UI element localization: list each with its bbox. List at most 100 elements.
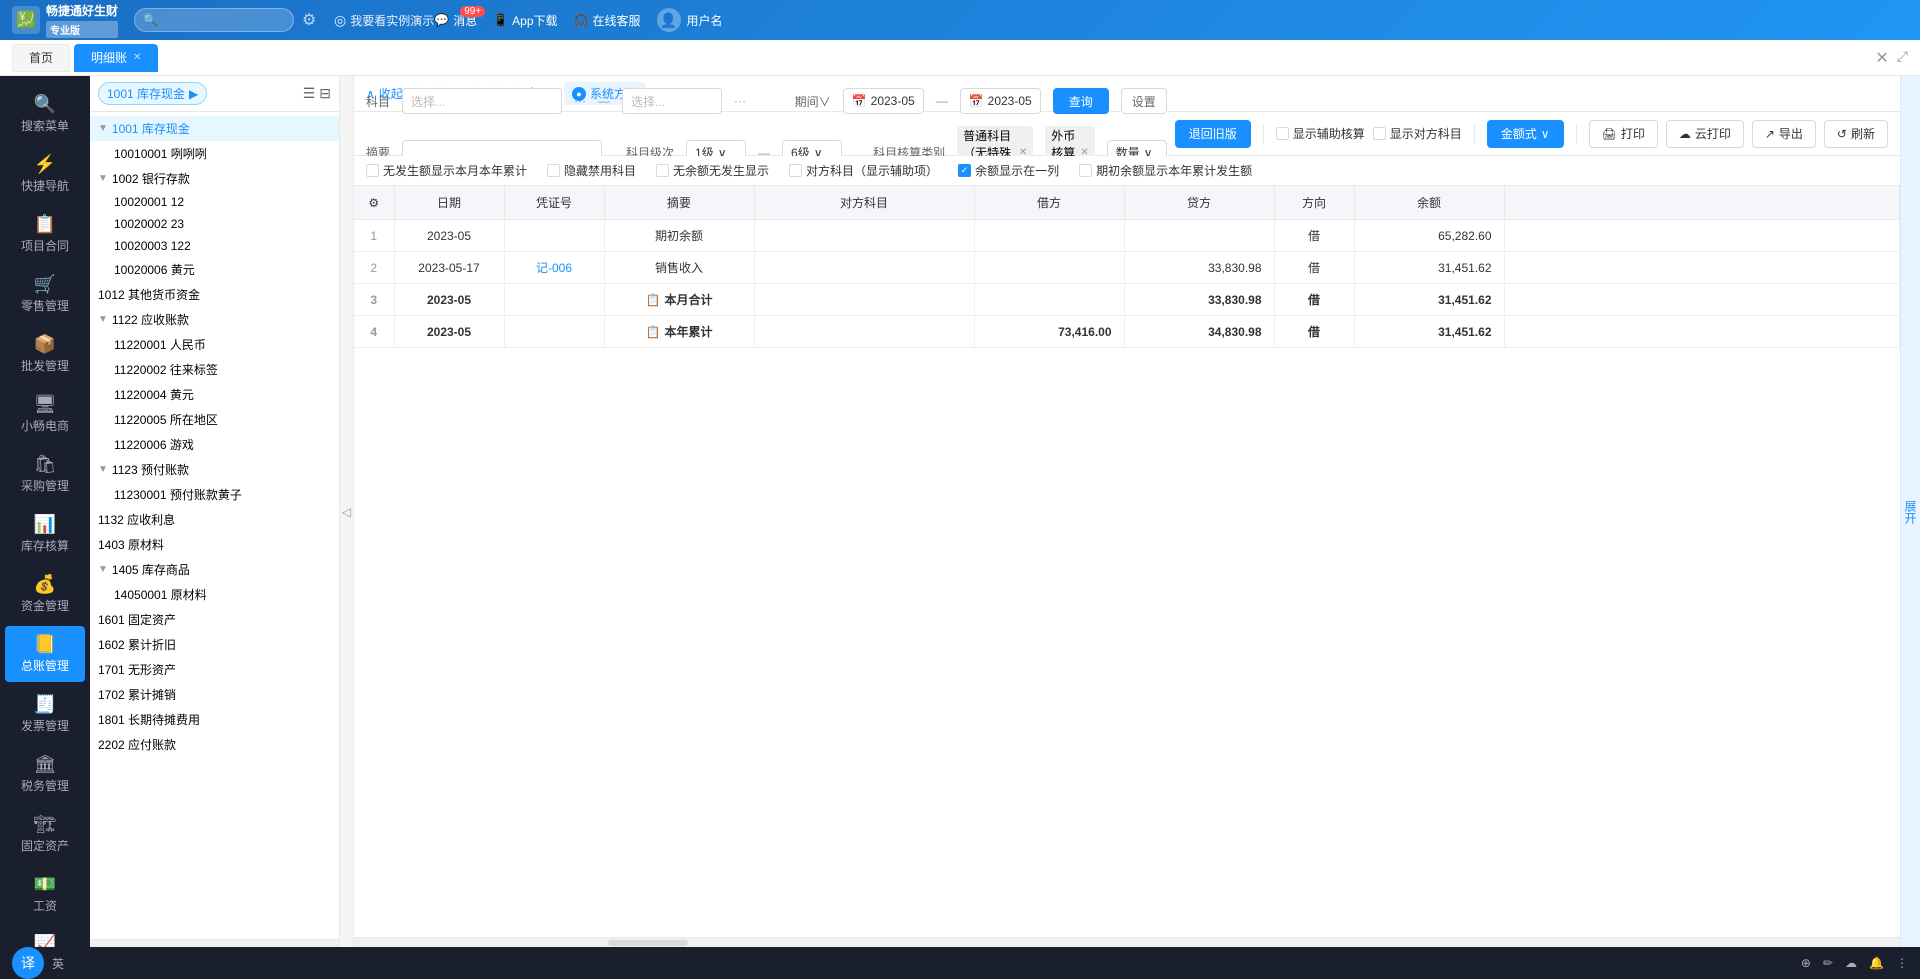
table-row[interactable]: 12023-05期初余额借65,282.60: [354, 220, 1900, 252]
tree-item-10020002[interactable]: 10020002 23: [90, 213, 339, 235]
table-row[interactable]: 32023-05📋本月合计33,830.98借31,451.62: [354, 284, 1900, 316]
refresh-btn[interactable]: ↺ 刷新: [1824, 120, 1888, 148]
export-btn[interactable]: ↗ 导出: [1752, 120, 1816, 148]
left-collapse-btn[interactable]: ◁: [340, 76, 354, 947]
account-tag[interactable]: 1001 库存现金 ▶: [98, 82, 207, 105]
right-panel[interactable]: 展开: [1900, 76, 1920, 947]
tree-item-1001[interactable]: ▼ 1001 库存现金: [90, 116, 339, 141]
tree-item-1601[interactable]: 1601 固定资产: [90, 607, 339, 632]
demo-link[interactable]: ◎ 我要看实例演示: [334, 12, 434, 29]
sidebar-item-purchase[interactable]: 🛍 采购管理: [5, 446, 85, 502]
tree-item-1002[interactable]: ▼ 1002 银行存款: [90, 166, 339, 191]
sidebar-item-project[interactable]: 📋 项目合同: [5, 206, 85, 262]
tree-item-1132[interactable]: 1132 应收利息: [90, 507, 339, 532]
top-search[interactable]: 🔍: [134, 8, 294, 32]
tab-ledger[interactable]: 明细账 ✕: [74, 44, 158, 72]
tree-item-11220002[interactable]: 11220002 往来标签: [90, 357, 339, 382]
sidebar-item-search[interactable]: 🔍 搜索菜单: [5, 86, 85, 142]
sidebar-item-invoice[interactable]: 🧾 发票管理: [5, 686, 85, 742]
sidebar-item-ledger[interactable]: 📒 总账管理: [5, 626, 85, 682]
cb-balance-one-col[interactable]: ✓ 余额显示在一列: [958, 162, 1059, 179]
sidebar-item-tax[interactable]: 🏛 税务管理: [5, 746, 85, 802]
period-start-input[interactable]: 📅 2023-05: [843, 88, 924, 114]
tree-item-1405[interactable]: ▼ 1405 库存商品: [90, 557, 339, 582]
sidebar-item-retail[interactable]: 🛒 零售管理: [5, 266, 85, 322]
tree-item-1602[interactable]: 1602 累计折旧: [90, 632, 339, 657]
sidebar-item-operations[interactable]: 📈 经营管理: [5, 926, 85, 947]
table-row[interactable]: 42023-05📋本年累计73,416.0034,830.98借31,451.6…: [354, 316, 1900, 348]
period-end-input[interactable]: 📅 2023-05: [960, 88, 1041, 114]
cb-hide-disabled[interactable]: 隐藏禁用科目: [547, 162, 636, 179]
tree-item-1701[interactable]: 1701 无形资产: [90, 657, 339, 682]
tree-list-icon[interactable]: ☰: [303, 85, 316, 102]
app-logo: 💹 畅捷通好生财 专业版: [12, 2, 118, 38]
tree-collapse-icon[interactable]: ⊟: [319, 85, 331, 102]
tree-item-2202[interactable]: 2202 应付账款: [90, 732, 339, 757]
bottom-add-icon[interactable]: ⊕: [1801, 956, 1811, 970]
tree-item-1702[interactable]: 1702 累计摊销: [90, 682, 339, 707]
cell-voucher: [504, 284, 604, 316]
show-contra-checkbox[interactable]: 显示对方科目: [1373, 125, 1462, 142]
translate-btn[interactable]: 译: [12, 947, 44, 979]
cb-no-balance[interactable]: 无余额无发生显示: [656, 162, 769, 179]
tree-item-10010001[interactable]: 10010001 咧咧咧: [90, 141, 339, 166]
lang-en[interactable]: 英: [52, 955, 64, 972]
close-window-icon[interactable]: ✕: [1875, 48, 1888, 68]
bottom-cloud-icon[interactable]: ☁: [1845, 956, 1857, 970]
tree-item-10020006[interactable]: 10020006 黄元: [90, 257, 339, 282]
tab-close-icon[interactable]: ✕: [133, 52, 141, 63]
maximize-icon[interactable]: ⤢: [1897, 48, 1908, 68]
settings-icon[interactable]: ⚙: [302, 10, 316, 30]
cb-contra-subject[interactable]: 对方科目（显示辅助项）: [789, 162, 938, 179]
tree-item-11220005[interactable]: 11220005 所在地区: [90, 407, 339, 432]
tree-item-11220004[interactable]: 11220004 黄元: [90, 382, 339, 407]
show-aux-checkbox[interactable]: 显示辅助核算: [1276, 125, 1365, 142]
tree-item-11220006[interactable]: 11220006 游戏: [90, 432, 339, 457]
return-old-btn[interactable]: 退回旧版: [1175, 120, 1251, 148]
tree-item-11230001[interactable]: 11230001 预付账款黄子: [90, 482, 339, 507]
sidebar-item-assets[interactable]: 🏗 固定资产: [5, 806, 85, 862]
show-aux-cb: [1276, 127, 1289, 140]
cb-opening-balance[interactable]: 期初余额显示本年累计发生额: [1079, 162, 1252, 179]
message-action[interactable]: 💬 消息 99+: [434, 12, 477, 29]
cloud-print-btn[interactable]: ☁ 云打印: [1666, 120, 1744, 148]
tree-item-10020001[interactable]: 10020001 12: [90, 191, 339, 213]
tree-item-1012[interactable]: 1012 其他货币资金: [90, 282, 339, 307]
sidebar-item-wholesale[interactable]: 📦 批发管理: [5, 326, 85, 382]
sidebar-item-quicknav[interactable]: ⚡ 快捷导航: [5, 146, 85, 202]
cb-no-amount[interactable]: 无发生额显示本月本年累计: [366, 162, 527, 179]
tab-home[interactable]: 首页: [12, 44, 70, 72]
tree-item-1122[interactable]: ▼ 1122 应收账款: [90, 307, 339, 332]
table-settings-icon[interactable]: ⚙: [368, 196, 379, 210]
cell-voucher[interactable]: 记-006: [504, 252, 604, 284]
scroll-thumb[interactable]: [608, 940, 688, 946]
app-download-action[interactable]: 📱 App下载: [493, 12, 557, 29]
online-service-action[interactable]: 🎧 在线客服: [574, 12, 641, 29]
tree-item-11220001[interactable]: 11220001 人民币: [90, 332, 339, 357]
setting-btn[interactable]: 设置: [1121, 88, 1167, 114]
user-area[interactable]: 👤 用户名: [657, 8, 723, 32]
tree-item-1801[interactable]: 1801 长期待摊费用: [90, 707, 339, 732]
sidebar-item-ecommerce[interactable]: 🖥 小畅电商: [5, 386, 85, 442]
table-row[interactable]: 22023-05-17记-006销售收入33,830.98借31,451.62: [354, 252, 1900, 284]
sidebar-item-finance[interactable]: 💰 资金管理: [5, 566, 85, 622]
subject-more-icon[interactable]: ···: [574, 94, 586, 108]
tree-item-1123[interactable]: ▼ 1123 预付账款: [90, 457, 339, 482]
horizontal-scrollbar[interactable]: [354, 937, 1900, 947]
subject-end-input[interactable]: 选择...: [622, 88, 722, 114]
bottom-more-icon[interactable]: ⋮: [1896, 956, 1908, 970]
subject-input[interactable]: 选择...: [402, 88, 562, 114]
query-btn[interactable]: 查询: [1053, 88, 1109, 114]
th-icon[interactable]: ⚙: [354, 186, 394, 220]
bottom-bell-icon[interactable]: 🔔: [1869, 956, 1884, 970]
tree-item-14050001[interactable]: 14050001 原材料: [90, 582, 339, 607]
tree-item-10020003[interactable]: 10020003 122: [90, 235, 339, 257]
sidebar-item-salary[interactable]: 💵 工资: [5, 866, 85, 922]
tree-item-1403[interactable]: 1403 原材料: [90, 532, 339, 557]
tree-scrollbar[interactable]: [90, 939, 339, 947]
subject-end-more-icon[interactable]: ···: [734, 94, 746, 108]
bottom-edit-icon[interactable]: ✏: [1823, 956, 1833, 970]
sidebar-item-inventory[interactable]: 📊 库存核算: [5, 506, 85, 562]
print-btn[interactable]: 🖨 打印: [1589, 120, 1658, 148]
style-btn[interactable]: 金额式 ∨: [1487, 120, 1564, 148]
